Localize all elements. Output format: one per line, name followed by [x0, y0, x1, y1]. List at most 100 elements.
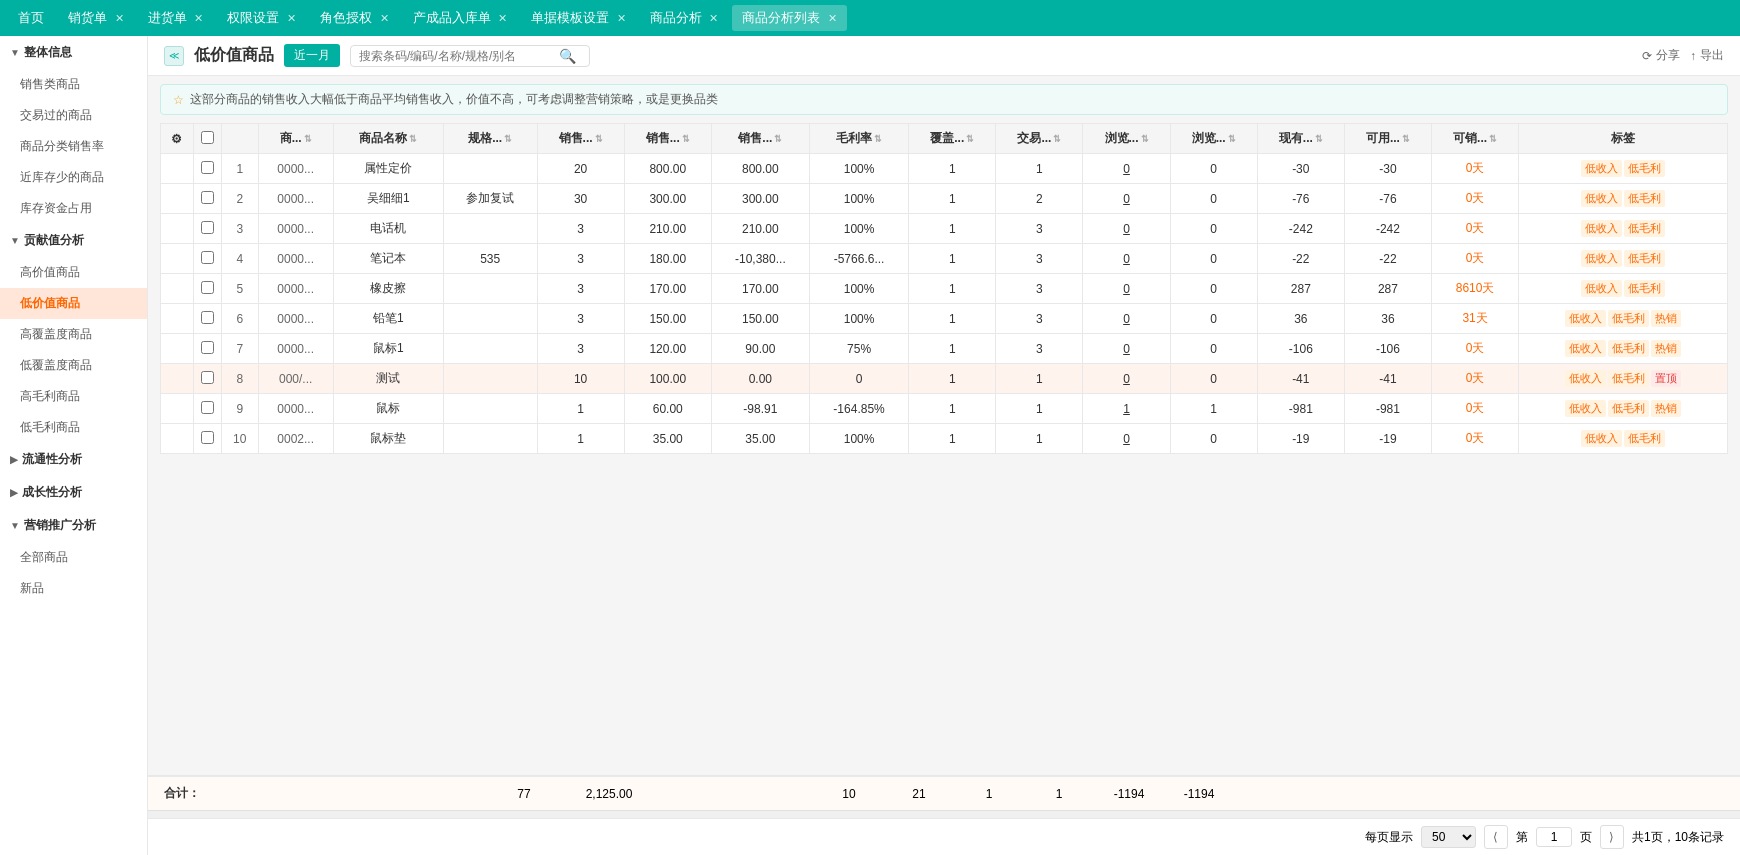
sidebar-item-high-coverage[interactable]: 高覆盖度商品	[0, 319, 147, 350]
tag-badge: 低收入	[1565, 370, 1606, 387]
col-current[interactable]: 现有...⇅	[1257, 124, 1344, 154]
cell-browse1[interactable]: 0	[1083, 244, 1170, 274]
nav-permission-settings[interactable]: 权限设置 ✕	[217, 5, 306, 31]
cell-browse1[interactable]: 0	[1083, 184, 1170, 214]
col-name[interactable]: 商品名称⇅	[333, 124, 443, 154]
cell-current: -30	[1257, 154, 1344, 184]
sidebar-group-circulation[interactable]: ▶ 流通性分析	[0, 443, 147, 476]
nav-close-purchase[interactable]: ✕	[194, 12, 203, 24]
col-browse2[interactable]: 浏览...⇅	[1170, 124, 1257, 154]
first-page-button[interactable]: ⟨	[1484, 825, 1508, 849]
sidebar-item-sales-goods[interactable]: 销售类商品	[0, 69, 147, 100]
col-transactions[interactable]: 交易...⇅	[996, 124, 1083, 154]
sidebar-item-new-goods[interactable]: 新品	[0, 573, 147, 604]
nav-close-product[interactable]: ✕	[498, 12, 507, 24]
row-checkbox[interactable]	[201, 221, 214, 234]
cell-checkbox[interactable]	[193, 394, 221, 424]
cell-browse1[interactable]: 0	[1083, 154, 1170, 184]
nav-close-sales[interactable]: ✕	[115, 12, 124, 24]
cell-browse1[interactable]: 0	[1083, 424, 1170, 454]
col-coverage[interactable]: 覆盖...⇅	[909, 124, 996, 154]
sidebar-item-traded-goods[interactable]: 交易过的商品	[0, 100, 147, 131]
col-gross-rate[interactable]: 毛利率⇅	[809, 124, 908, 154]
sidebar-item-all-goods[interactable]: 全部商品	[0, 542, 147, 573]
row-checkbox[interactable]	[201, 371, 214, 384]
cell-browse1[interactable]: 0	[1083, 274, 1170, 304]
sidebar-item-high-margin[interactable]: 高毛利商品	[0, 381, 147, 412]
cell-checkbox[interactable]	[193, 244, 221, 274]
nav-close-permission[interactable]: ✕	[287, 12, 296, 24]
select-all-checkbox[interactable]	[201, 131, 214, 144]
col-sales-amount[interactable]: 销售...⇅	[624, 124, 711, 154]
nav-goods-analysis[interactable]: 商品分析 ✕	[640, 5, 729, 31]
row-checkbox[interactable]	[201, 251, 214, 264]
cell-checkbox[interactable]	[193, 304, 221, 334]
col-checkbox[interactable]	[193, 124, 221, 154]
sidebar-group-contribution[interactable]: ▼ 贡献值分析	[0, 224, 147, 257]
row-checkbox[interactable]	[201, 311, 214, 324]
cell-tags: 低收入低毛利	[1519, 244, 1728, 274]
nav-purchase-order[interactable]: 进货单 ✕	[138, 5, 214, 31]
nav-role-auth[interactable]: 角色授权 ✕	[310, 5, 399, 31]
filter-period-button[interactable]: 近一月	[284, 44, 340, 67]
cell-checkbox[interactable]	[193, 424, 221, 454]
col-code[interactable]: 商...⇅	[258, 124, 333, 154]
cell-checkbox[interactable]	[193, 184, 221, 214]
nav-sales-order[interactable]: 销货单 ✕	[58, 5, 134, 31]
cell-sellable: 0天	[1432, 334, 1519, 364]
share-button[interactable]: ⟳ 分享	[1642, 47, 1680, 64]
cell-browse1[interactable]: 0	[1083, 364, 1170, 394]
cell-browse1[interactable]: 0	[1083, 334, 1170, 364]
sidebar-item-high-value[interactable]: 高价值商品	[0, 257, 147, 288]
cell-checkbox[interactable]	[193, 364, 221, 394]
row-checkbox[interactable]	[201, 191, 214, 204]
page-number-input[interactable]	[1536, 827, 1572, 847]
cell-browse1[interactable]: 0	[1083, 214, 1170, 244]
tag-badge: 低收入	[1581, 280, 1622, 297]
col-sales-qty[interactable]: 销售...⇅	[537, 124, 624, 154]
sidebar-group-overall-label: 整体信息	[24, 44, 72, 61]
export-button[interactable]: ↑ 导出	[1690, 47, 1724, 64]
cell-checkbox[interactable]	[193, 274, 221, 304]
sidebar-item-low-value[interactable]: 低价值商品	[0, 288, 147, 319]
col-settings[interactable]: ⚙	[161, 124, 194, 154]
col-available[interactable]: 可用...⇅	[1344, 124, 1431, 154]
row-checkbox[interactable]	[201, 281, 214, 294]
sidebar-group-growth[interactable]: ▶ 成长性分析	[0, 476, 147, 509]
sidebar-item-category-sales-rate[interactable]: 商品分类销售率	[0, 131, 147, 162]
collapse-button[interactable]: ≪	[164, 46, 184, 66]
row-checkbox[interactable]	[201, 401, 214, 414]
search-input[interactable]	[359, 49, 559, 63]
nav-close-template[interactable]: ✕	[617, 12, 626, 24]
nav-product-stock[interactable]: 产成品入库单 ✕	[403, 5, 518, 31]
sidebar-item-stock-capital[interactable]: 库存资金占用	[0, 193, 147, 224]
sidebar-item-low-stock[interactable]: 近库存少的商品	[0, 162, 147, 193]
table-container[interactable]: ⚙ 商...⇅ 商品名称⇅ 规格...⇅ 销售...⇅ 销售...⇅ 销售...…	[160, 123, 1728, 775]
per-page-select[interactable]: 50 100 200	[1421, 826, 1476, 848]
row-checkbox[interactable]	[201, 161, 214, 174]
nav-template-settings[interactable]: 单据模板设置 ✕	[521, 5, 636, 31]
cell-checkbox[interactable]	[193, 334, 221, 364]
nav-close-goods-list[interactable]: ✕	[828, 12, 837, 24]
cell-browse1[interactable]: 0	[1083, 304, 1170, 334]
cell-checkbox[interactable]	[193, 154, 221, 184]
nav-close-role[interactable]: ✕	[380, 12, 389, 24]
nav-close-goods[interactable]: ✕	[709, 12, 718, 24]
cell-available: -76	[1344, 184, 1431, 214]
sidebar-item-low-coverage[interactable]: 低覆盖度商品	[0, 350, 147, 381]
row-checkbox[interactable]	[201, 341, 214, 354]
sidebar-group-marketing[interactable]: ▼ 营销推广分析	[0, 509, 147, 542]
col-sales-gross[interactable]: 销售...⇅	[711, 124, 809, 154]
cell-browse1[interactable]: 1	[1083, 394, 1170, 424]
sidebar-group-overall[interactable]: ▼ 整体信息	[0, 36, 147, 69]
nav-home[interactable]: 首页	[8, 5, 54, 31]
col-sellable[interactable]: 可销...⇅	[1432, 124, 1519, 154]
col-spec[interactable]: 规格...⇅	[443, 124, 537, 154]
col-browse1[interactable]: 浏览...⇅	[1083, 124, 1170, 154]
nav-goods-analysis-list[interactable]: 商品分析列表 ✕	[732, 5, 847, 31]
cell-checkbox[interactable]	[193, 214, 221, 244]
next-page-button[interactable]: ⟩	[1600, 825, 1624, 849]
row-checkbox[interactable]	[201, 431, 214, 444]
sidebar-item-low-margin[interactable]: 低毛利商品	[0, 412, 147, 443]
search-icon[interactable]: 🔍	[559, 48, 576, 64]
